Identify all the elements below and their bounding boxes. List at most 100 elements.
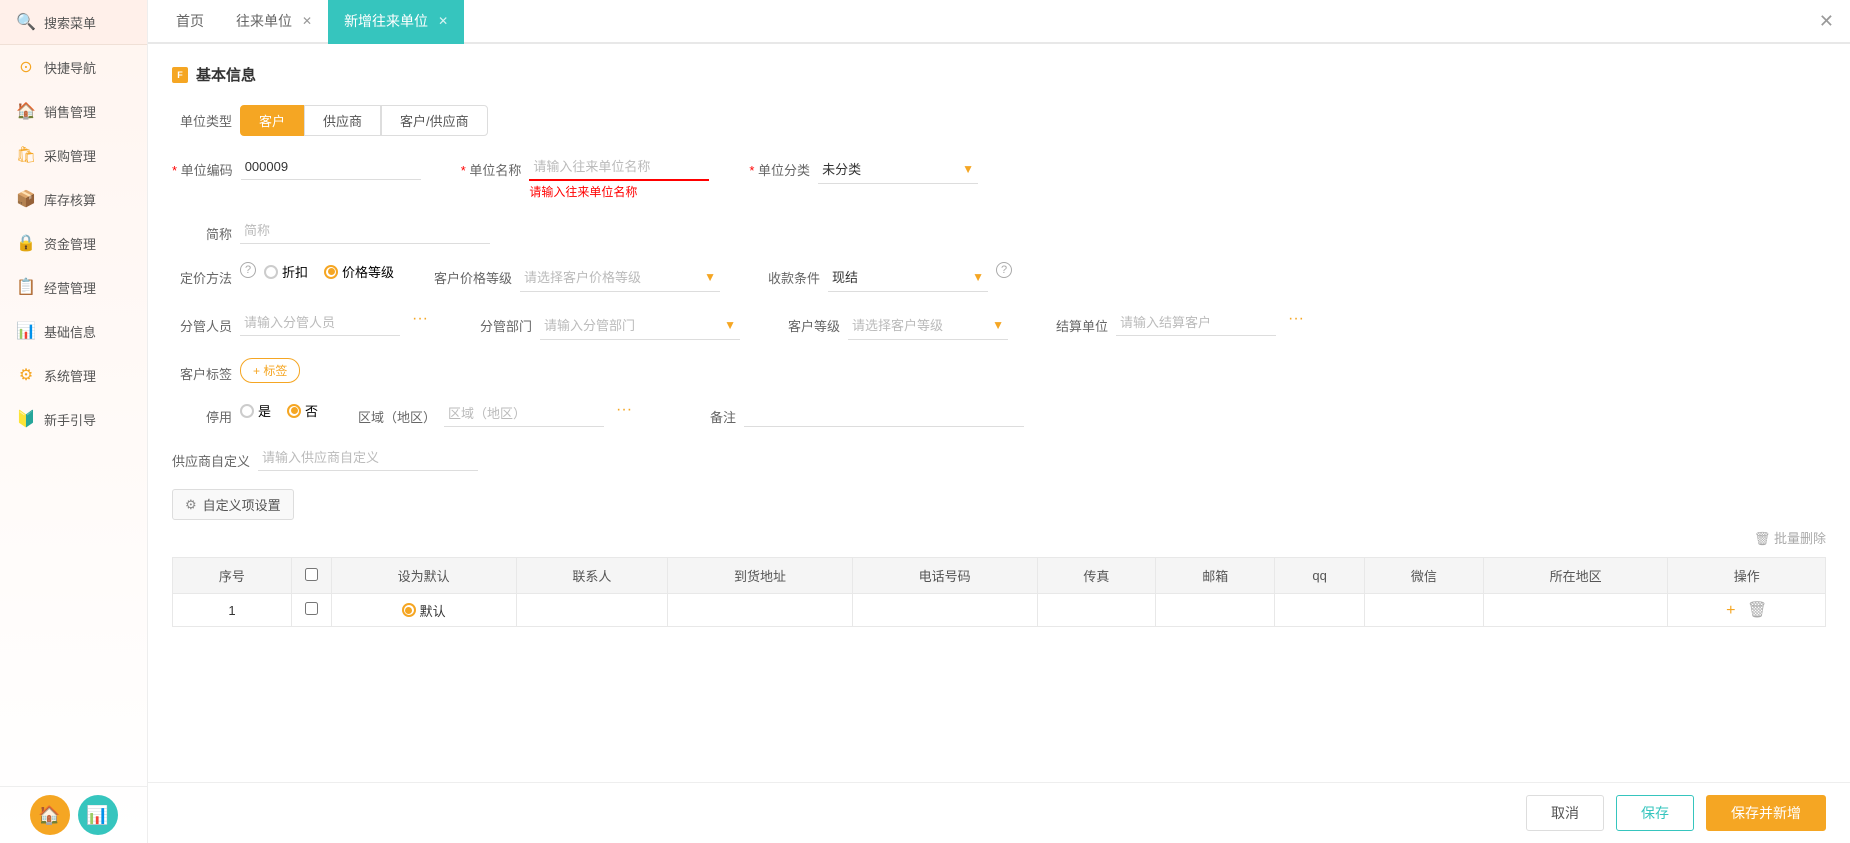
unit-type-supplier[interactable]: 供应商 <box>304 105 381 136</box>
row-index: 1 <box>173 594 292 627</box>
inventory-icon: 📦 <box>16 189 36 209</box>
supervisor-row: 分管人员 ··· 分管部门 请输入分管部门 ▼ 客户等级 请选择客户等级 ▼ 结… <box>172 310 1826 340</box>
pricing-radio-group: 折扣 价格等级 <box>264 262 394 281</box>
region-more-btn[interactable]: ··· <box>612 401 636 419</box>
sidebar-footer-btn1[interactable]: 🏠 <box>30 795 70 835</box>
row-phone <box>852 594 1037 627</box>
row-default-option[interactable]: 默认 <box>342 601 506 620</box>
tab-trade-units-close[interactable]: ✕ <box>302 14 312 28</box>
sidebar-inventory-label: 库存核算 <box>44 190 96 209</box>
settlement-input[interactable] <box>1116 310 1276 336</box>
supervisor-cell: 分管人员 ··· <box>172 310 432 336</box>
unit-code-label: 单位编码 <box>172 154 233 179</box>
col-wechat: 微信 <box>1364 558 1483 594</box>
tab-new-trade-unit[interactable]: 新增往来单位 ✕ <box>328 0 464 44</box>
department-label: 分管部门 <box>472 310 532 335</box>
sidebar-item-sales[interactable]: 🏠 销售管理 <box>0 89 147 133</box>
settlement-more-btn[interactable]: ··· <box>1284 310 1308 328</box>
payment-terms-cell: 收款条件 现结 ▼ ? <box>760 262 1012 292</box>
supervisor-input[interactable] <box>240 310 400 336</box>
tab-bar-close[interactable]: ✕ <box>1815 7 1838 36</box>
pricing-help-icon[interactable]: ? <box>240 262 256 278</box>
customer-price-select[interactable]: 请选择客户价格等级 ▼ <box>520 262 720 292</box>
payment-terms-select[interactable]: 现结 ▼ <box>828 262 988 292</box>
save-button[interactable]: 保存 <box>1616 795 1694 831</box>
sidebar-item-purchase[interactable]: 🛍 采购管理 <box>0 133 147 177</box>
supplier-custom-row: 供应商自定义 <box>172 445 1826 471</box>
col-actions: 操作 <box>1668 558 1826 594</box>
pricing-discount-option[interactable]: 折扣 <box>264 262 308 281</box>
unit-name-input[interactable] <box>529 154 709 181</box>
sidebar-item-base-info[interactable]: 📊 基础信息 <box>0 309 147 353</box>
sidebar-item-search[interactable]: 🔍 搜索菜单 <box>0 0 147 45</box>
unit-name-label: 单位名称 <box>461 154 522 179</box>
col-qq: qq <box>1275 558 1365 594</box>
department-select[interactable]: 请输入分管部门 ▼ <box>540 310 740 340</box>
short-name-cell: 简称 <box>172 218 490 244</box>
tab-trade-units[interactable]: 往来单位 ✕ <box>220 0 328 44</box>
row-default-radio <box>402 603 416 617</box>
custom-settings-row: ⚙ 自定义项设置 <box>172 489 1826 520</box>
supervisor-more-btn[interactable]: ··· <box>408 310 432 328</box>
tab-home[interactable]: 首页 <box>160 0 220 44</box>
tab-new-trade-unit-close[interactable]: ✕ <box>438 14 448 28</box>
customer-price-cell: 客户价格等级 请选择客户价格等级 ▼ <box>434 262 720 292</box>
unit-category-chevron: ▼ <box>962 162 974 176</box>
sidebar-footer-btn2[interactable]: 📊 <box>78 795 118 835</box>
supervisor-label: 分管人员 <box>172 310 232 335</box>
search-icon: 🔍 <box>16 12 36 32</box>
sidebar-system-label: 系统管理 <box>44 366 96 385</box>
row-default-label: 默认 <box>420 601 446 620</box>
short-name-input[interactable] <box>240 218 490 244</box>
unit-type-both[interactable]: 客户/供应商 <box>381 105 488 136</box>
row-add-btn[interactable]: + <box>1726 602 1735 619</box>
row-check <box>291 594 331 627</box>
pricing-discount-label: 折扣 <box>282 262 308 281</box>
disabled-radio-group: 是 否 <box>240 401 318 420</box>
select-all-checkbox[interactable] <box>305 568 318 581</box>
disabled-no-label: 否 <box>305 401 318 420</box>
sidebar-item-new-guide[interactable]: 🔰 新手引导 <box>0 397 147 441</box>
customer-level-placeholder: 请选择客户等级 <box>852 315 943 334</box>
pricing-level-radio <box>324 265 338 279</box>
unit-category-select[interactable]: 未分类 ▼ <box>818 154 978 184</box>
unit-type-group: 客户 供应商 客户/供应商 <box>240 105 488 136</box>
supplier-custom-input[interactable] <box>258 445 478 471</box>
disabled-no-option[interactable]: 否 <box>287 401 318 420</box>
col-check <box>291 558 331 594</box>
add-tag-button[interactable]: + 标签 <box>240 358 300 383</box>
save-add-button[interactable]: 保存并新增 <box>1706 795 1826 831</box>
sidebar-item-inventory[interactable]: 📦 库存核算 <box>0 177 147 221</box>
unit-type-customer[interactable]: 客户 <box>240 105 304 136</box>
payment-terms-value: 现结 <box>832 267 858 286</box>
batch-delete-area: 🗑 批量删除 <box>172 528 1826 547</box>
row-contact <box>516 594 668 627</box>
sidebar-item-system[interactable]: ⚙ 系统管理 <box>0 353 147 397</box>
col-fax: 传真 <box>1037 558 1156 594</box>
col-index: 序号 <box>173 558 292 594</box>
gear-icon: ⚙ <box>185 497 197 513</box>
sidebar-item-finance[interactable]: 🔒 资金管理 <box>0 221 147 265</box>
custom-settings-button[interactable]: ⚙ 自定义项设置 <box>172 489 294 520</box>
batch-delete-icon[interactable]: 🗑 <box>1754 531 1771 546</box>
sidebar-item-operations[interactable]: 📋 经营管理 <box>0 265 147 309</box>
payment-help-icon[interactable]: ? <box>996 262 1012 278</box>
batch-delete-label[interactable]: 批量删除 <box>1774 531 1826 546</box>
disabled-label: 停用 <box>172 401 232 426</box>
cancel-button[interactable]: 取消 <box>1526 795 1604 831</box>
new-guide-icon: 🔰 <box>16 409 36 429</box>
row-checkbox[interactable] <box>305 602 318 615</box>
col-phone: 电话号码 <box>852 558 1037 594</box>
region-input[interactable] <box>444 401 604 427</box>
pricing-method-label: 定价方法 <box>172 262 232 287</box>
unit-category-cell: 单位分类 未分类 ▼ <box>749 154 978 184</box>
disabled-yes-option[interactable]: 是 <box>240 401 271 420</box>
sidebar-item-quick-nav[interactable]: ⊙ 快捷导航 <box>0 45 147 89</box>
row-delete-btn[interactable]: 🗑 <box>1747 602 1767 619</box>
remarks-input[interactable] <box>744 401 1024 427</box>
unit-code-input[interactable] <box>241 154 421 180</box>
pricing-level-option[interactable]: 价格等级 <box>324 262 394 281</box>
sidebar-purchase-label: 采购管理 <box>44 146 96 165</box>
customer-level-select[interactable]: 请选择客户等级 ▼ <box>848 310 1008 340</box>
system-icon: ⚙ <box>16 365 36 385</box>
